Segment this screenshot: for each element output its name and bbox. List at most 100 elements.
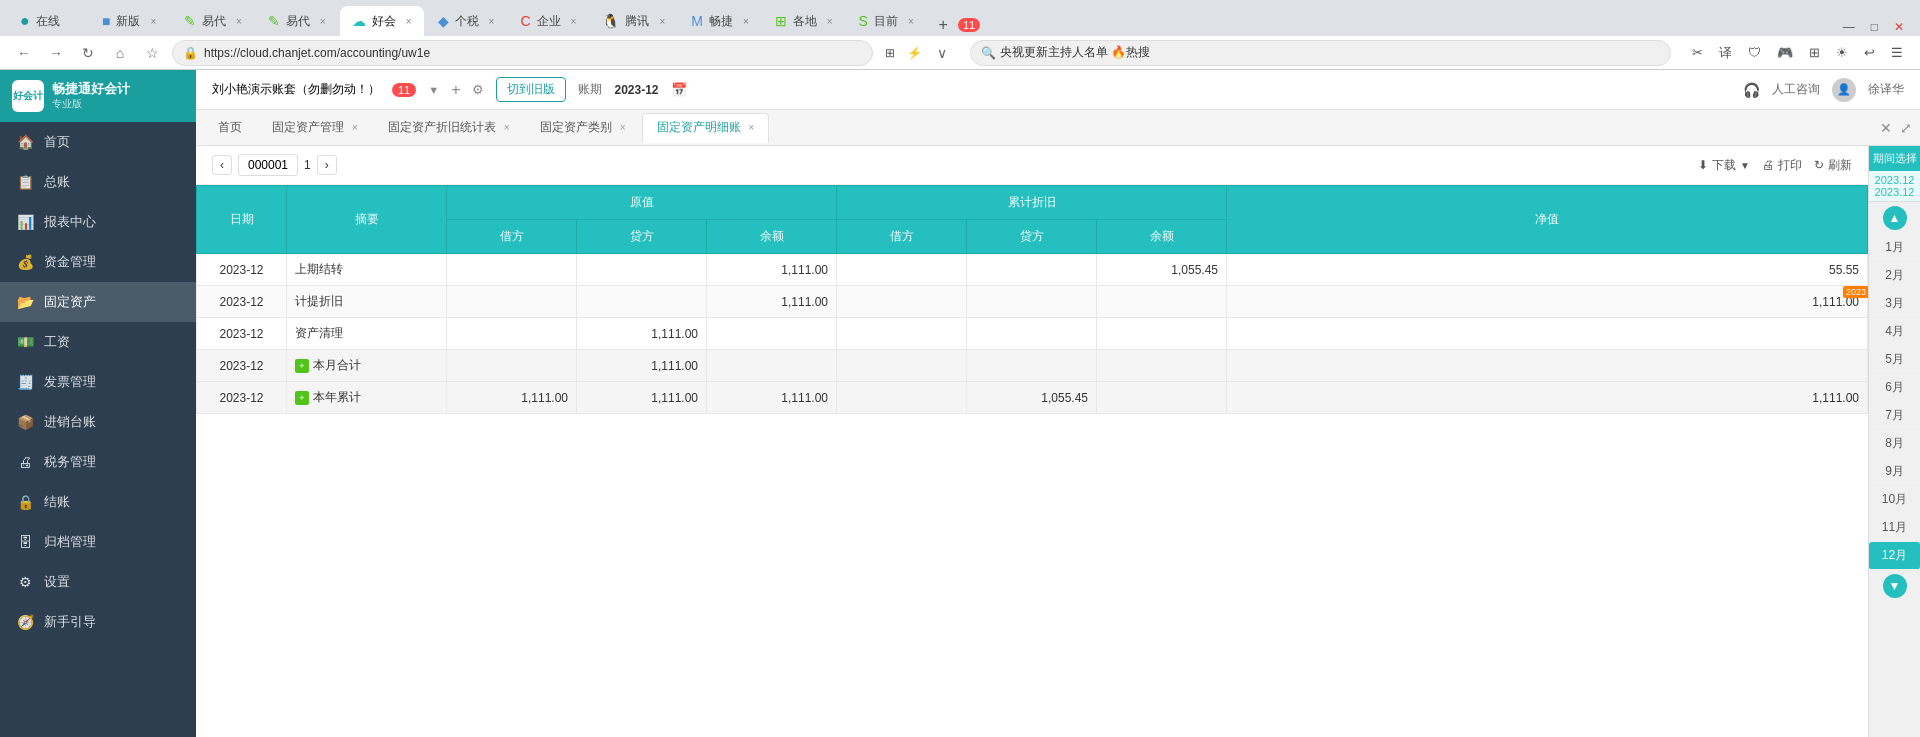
period-month-3[interactable]: 3月 (1869, 290, 1920, 318)
url-bar[interactable]: 🔒 https://cloud.chanjet.com/accounting/u… (172, 40, 873, 66)
tab-changjie[interactable]: M 畅捷 × (679, 6, 761, 36)
tab-close-qiye[interactable]: × (571, 16, 577, 27)
page-code-input[interactable] (238, 154, 298, 176)
close-btn[interactable]: ✕ (1886, 18, 1912, 36)
tab-qiye[interactable]: C 企业 × (508, 6, 588, 36)
next-page-btn[interactable]: › (317, 155, 337, 175)
sidebar-item-sales[interactable]: 📦 进销台账 (0, 402, 196, 442)
sidebar-item-ledger[interactable]: 📋 总账 (0, 162, 196, 202)
tab-close-gedi[interactable]: × (827, 16, 833, 27)
new-tab-btn[interactable]: + (933, 14, 954, 36)
undo-icon[interactable]: ↩ (1859, 42, 1880, 63)
page-tab-ledger[interactable]: 固定资产明细账 × (642, 113, 770, 143)
download-icon: ⬇ (1698, 158, 1708, 172)
period-month-4[interactable]: 4月 (1869, 318, 1920, 346)
period-month-11[interactable]: 11月 (1869, 514, 1920, 542)
page-tab-close-depreciation[interactable]: × (504, 122, 510, 133)
tab-close-haohui[interactable]: × (406, 16, 412, 27)
tab-yidai2[interactable]: ✎ 易代 × (256, 6, 338, 36)
tab-muqian[interactable]: S 目前 × (847, 6, 927, 36)
fullscreen-icon[interactable]: ⤢ (1900, 120, 1912, 136)
col-balance: 余额 (707, 220, 837, 254)
notification-badge[interactable]: 11 (392, 83, 416, 97)
sidebar-item-fixed-assets[interactable]: 📂 固定资产 (0, 282, 196, 322)
sidebar-item-invoice[interactable]: 🧾 发票管理 (0, 362, 196, 402)
period-scroll-down[interactable]: ▼ (1883, 574, 1907, 598)
tab-close-changjie[interactable]: × (743, 16, 749, 27)
sidebar-item-archive[interactable]: 🗄 归档管理 (0, 522, 196, 562)
page-tab-category[interactable]: 固定资产类别 × (526, 113, 640, 143)
download-btn[interactable]: ⬇ 下载 ▼ (1698, 157, 1750, 174)
period-month-1[interactable]: 1月 (1869, 234, 1920, 262)
minimize-btn[interactable]: — (1835, 18, 1863, 36)
shield-icon[interactable]: 🛡 (1743, 42, 1766, 63)
support-label[interactable]: 人工咨询 (1772, 81, 1820, 98)
menu-icon[interactable]: ☰ (1886, 42, 1908, 63)
gamepad-icon[interactable]: 🎮 (1772, 42, 1798, 63)
tab-gesui[interactable]: ◆ 个税 × (426, 6, 507, 36)
sidebar-item-tax[interactable]: 🖨 税务管理 (0, 442, 196, 482)
page-tab-close-ledger[interactable]: × (749, 122, 755, 133)
prev-page-btn[interactable]: ‹ (212, 155, 232, 175)
fixed-assets-icon: 📂 (16, 293, 34, 311)
sidebar-item-funds[interactable]: 💰 资金管理 (0, 242, 196, 282)
tab-tencent[interactable]: 🐧 腾讯 × (590, 6, 677, 36)
switch-version-btn[interactable]: 切到旧版 (496, 77, 566, 102)
print-btn[interactable]: 🖨 打印 (1762, 157, 1802, 174)
scissors-icon[interactable]: ✂ (1687, 42, 1708, 63)
username[interactable]: 徐译华 (1868, 81, 1904, 98)
period-month-9[interactable]: 9月 (1869, 458, 1920, 486)
tab-close-yidai1[interactable]: × (236, 16, 242, 27)
add-account-btn[interactable]: + (451, 81, 460, 99)
content-area: 刘小艳演示账套（勿删勿动！） 11 ▼ + ⚙ 切到旧版 账期 2023-12 … (196, 70, 1920, 737)
settings-btn[interactable]: ⚙ (472, 82, 484, 97)
refresh-browser-btn[interactable]: ↻ (76, 41, 100, 65)
dropdown-arrow[interactable]: ▼ (428, 84, 439, 96)
tab-yidai1[interactable]: ✎ 易代 × (172, 6, 254, 36)
period-month-6[interactable]: 6月 (1869, 374, 1920, 402)
sidebar-item-close[interactable]: 🔒 结账 (0, 482, 196, 522)
forward-btn[interactable]: → (44, 41, 68, 65)
tab-close-yidai2[interactable]: × (320, 16, 326, 27)
brightness-icon[interactable]: ☀ (1831, 42, 1853, 63)
grid-icon[interactable]: ⊞ (1804, 42, 1825, 63)
period-month-7[interactable]: 7月 (1869, 402, 1920, 430)
sidebar-item-guide[interactable]: 🧭 新手引导 (0, 602, 196, 642)
page-tab-close-asset-mgmt[interactable]: × (352, 122, 358, 133)
period-month-5[interactable]: 5月 (1869, 346, 1920, 374)
refresh-btn[interactable]: ↻ 刷新 (1814, 157, 1852, 174)
search-bar[interactable]: 🔍 央视更新主持人名单 🔥热搜 (970, 40, 1671, 66)
tab-close-gesui[interactable]: × (489, 16, 495, 27)
period-scroll-up[interactable]: ▲ (1883, 206, 1907, 230)
calendar-icon[interactable]: 📅 (671, 82, 687, 97)
translate-icon[interactable]: 译 (1714, 41, 1737, 65)
sidebar-label-fixed-assets: 固定资产 (44, 293, 96, 311)
period-month-12[interactable]: 12月 (1869, 542, 1920, 570)
sidebar-item-reports[interactable]: 📊 报表中心 (0, 202, 196, 242)
period-month-10[interactable]: 10月 (1869, 486, 1920, 514)
collapse-icon[interactable]: ✕ (1880, 120, 1892, 136)
page-tab-home[interactable]: 首页 (204, 113, 256, 143)
tab-close-tencent[interactable]: × (659, 16, 665, 27)
tab-label-yidai1: 易代 (202, 13, 226, 30)
page-tab-depreciation[interactable]: 固定资产折旧统计表 × (374, 113, 524, 143)
sidebar-item-settings[interactable]: ⚙ 设置 (0, 562, 196, 602)
sidebar-item-payroll[interactable]: 💵 工资 (0, 322, 196, 362)
page-tab-close-category[interactable]: × (620, 122, 626, 133)
tab-online[interactable]: ● 在线 (8, 6, 88, 36)
tab-haohui[interactable]: ☁ 好会 × (340, 6, 424, 36)
maximize-btn[interactable]: □ (1863, 18, 1886, 36)
expand-btn[interactable]: ∨ (930, 41, 954, 65)
tab-gedi[interactable]: ⊞ 各地 × (763, 6, 845, 36)
back-btn[interactable]: ← (12, 41, 36, 65)
period-month-2[interactable]: 2月 (1869, 262, 1920, 290)
sidebar-item-home[interactable]: 🏠 首页 (0, 122, 196, 162)
tab-close-new[interactable]: × (150, 16, 156, 27)
home-icon: 🏠 (16, 133, 34, 151)
period-month-8[interactable]: 8月 (1869, 430, 1920, 458)
home-btn[interactable]: ⌂ (108, 41, 132, 65)
tab-new[interactable]: ■ 新版 × (90, 6, 170, 36)
bookmark-btn[interactable]: ☆ (140, 41, 164, 65)
page-tab-asset-mgmt[interactable]: 固定资产管理 × (258, 113, 372, 143)
tab-close-muqian[interactable]: × (908, 16, 914, 27)
